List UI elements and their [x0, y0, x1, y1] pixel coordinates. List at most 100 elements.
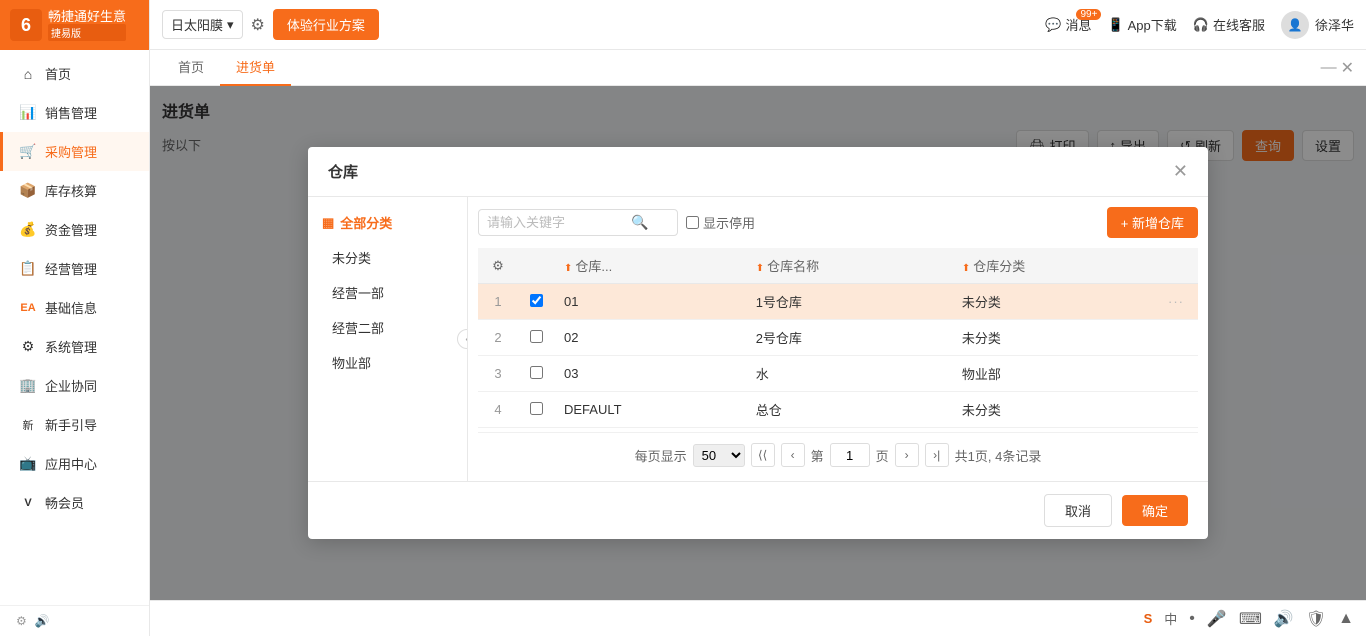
sidebar-item-member[interactable]: V 畅会员 [0, 483, 149, 522]
app-label: App下载 [1128, 15, 1177, 34]
row-code: 01 [554, 284, 746, 320]
show-disabled-text: 显示停用 [703, 213, 755, 232]
warehouse-modal: 仓库 ✕ ▦ 全部分类 未分类 经营一 [308, 147, 1208, 539]
sidebar-item-basic[interactable]: EA 基础信息 [0, 288, 149, 327]
row-check[interactable] [518, 320, 554, 356]
row-dots[interactable] [1158, 392, 1198, 428]
pagination: 每页显示 50 20 100 ⟨⟨ ‹ 第 页 › [478, 432, 1198, 471]
row-dots[interactable] [1158, 320, 1198, 356]
sidebar-item-purchase[interactable]: 🛒 采购管理 [0, 132, 149, 171]
gear-icon[interactable]: ⚙ [251, 15, 265, 35]
row-name: 水 [746, 356, 952, 392]
modal-footer: 取消 确定 [308, 481, 1208, 539]
search-icon[interactable]: 🔍 [631, 214, 648, 231]
store-name: 日太阳膜 [171, 15, 223, 34]
sidebar-label-finance: 资金管理 [45, 220, 97, 239]
notice-badge: 99+ [1076, 9, 1101, 20]
tab-home[interactable]: 首页 [162, 50, 220, 86]
sidebar-item-inventory[interactable]: 📦 库存核算 [0, 171, 149, 210]
per-page-select[interactable]: 50 20 100 [693, 444, 745, 467]
row-dots[interactable] [1158, 356, 1198, 392]
speaker-icon[interactable]: 🔊 [1274, 609, 1294, 629]
first-page-btn[interactable]: ⟨⟨ [751, 443, 775, 467]
row-check[interactable] [518, 356, 554, 392]
row-category: 未分类 [952, 284, 1158, 320]
confirm-btn[interactable]: 确定 [1122, 495, 1188, 526]
table-row[interactable]: 3 03 水 物业部 [478, 356, 1198, 392]
sidebar-item-enterprise[interactable]: 🏢 企业协同 [0, 366, 149, 405]
row-category: 物业部 [952, 356, 1158, 392]
row-code: 03 [554, 356, 746, 392]
row-num: 2 [478, 320, 518, 356]
logo-icon: 6 [10, 9, 42, 41]
row-dots[interactable]: ··· [1158, 284, 1198, 320]
ime-icon[interactable]: S [1144, 611, 1153, 626]
dot-icon: • [1189, 610, 1195, 628]
row-num: 4 [478, 392, 518, 428]
modal-overlay: 仓库 ✕ ▦ 全部分类 未分类 经营一 [150, 86, 1366, 600]
category-item-ops2[interactable]: 经营二部 [308, 310, 467, 345]
category-all[interactable]: ▦ 全部分类 [308, 205, 467, 240]
sidebar-item-system[interactable]: ⚙ 系统管理 [0, 327, 149, 366]
settings-icon[interactable]: ⚙ [16, 614, 27, 628]
search-input[interactable] [487, 215, 627, 230]
app-logo: 6 畅捷通好生意 捷易版 [0, 0, 149, 50]
notice-btn[interactable]: 💬 消息 99+ [1045, 15, 1091, 34]
close-tab-btn[interactable]: ✕ [1341, 58, 1354, 78]
modal-title: 仓库 [328, 161, 358, 182]
cancel-btn[interactable]: 取消 [1044, 494, 1112, 527]
sales-icon: 📊 [19, 104, 37, 121]
table-container: ⚙ ⬆仓库... ⬆仓库名称 [478, 248, 1198, 428]
subnav: 首页 进货单 — ✕ [150, 50, 1366, 86]
last-page-btn[interactable]: ›| [925, 443, 949, 467]
sidebar-label-operation: 经营管理 [45, 259, 97, 278]
user-menu[interactable]: 👤 徐泽华 [1281, 11, 1354, 39]
tab-purchase[interactable]: 进货单 [220, 50, 291, 86]
page-input[interactable] [830, 443, 870, 467]
modal-close-btn[interactable]: ✕ [1173, 161, 1188, 182]
row-check[interactable] [518, 284, 554, 320]
row-num: 1 [478, 284, 518, 320]
store-selector[interactable]: 日太阳膜 ▾ [162, 10, 243, 39]
sidebar-item-sales[interactable]: 📊 销售管理 [0, 93, 149, 132]
category-item-property[interactable]: 物业部 [308, 345, 467, 380]
app-icon: 📱 [1107, 17, 1123, 33]
sidebar-label-enterprise: 企业协同 [45, 376, 97, 395]
category-item-unclassified[interactable]: 未分类 [308, 240, 467, 275]
category-item-ops1[interactable]: 经营一部 [308, 275, 467, 310]
keyboard-icon[interactable]: ⌨ [1239, 609, 1262, 629]
up-arrow-icon[interactable]: ▲ [1338, 610, 1354, 628]
row-code: DEFAULT [554, 392, 746, 428]
table-row[interactable]: 4 DEFAULT 总仓 未分类 [478, 392, 1198, 428]
shield-icon[interactable]: 🛡 [1306, 609, 1326, 629]
service-btn[interactable]: 🎧 在线客服 [1193, 15, 1265, 34]
system-icon: ⚙ [19, 338, 37, 355]
sidebar-item-guide[interactable]: 新 新手引导 [0, 405, 149, 444]
minimize-btn[interactable]: — [1321, 58, 1337, 78]
prev-page-btn[interactable]: ‹ [781, 443, 805, 467]
chinese-icon[interactable]: 中 [1164, 609, 1177, 628]
next-page-btn[interactable]: › [895, 443, 919, 467]
sound-icon[interactable]: 🔊 [35, 614, 50, 628]
sidebar-item-finance[interactable]: 💰 资金管理 [0, 210, 149, 249]
sidebar-nav: ⌂ 首页 📊 销售管理 🛒 采购管理 📦 库存核算 💰 资金管理 📋 经营管理 … [0, 50, 149, 605]
table-row[interactable]: 1 01 1号仓库 未分类 ··· [478, 284, 1198, 320]
finance-icon: 💰 [19, 221, 37, 238]
user-name: 徐泽华 [1315, 15, 1354, 34]
mic-icon[interactable]: 🎤 [1207, 609, 1227, 629]
sidebar-label-home: 首页 [45, 64, 71, 83]
show-disabled-checkbox[interactable] [686, 216, 699, 229]
sidebar-item-appcenter[interactable]: 📺 应用中心 [0, 444, 149, 483]
app-download-btn[interactable]: 📱 App下载 [1107, 15, 1176, 34]
row-check[interactable] [518, 392, 554, 428]
tab-home-label: 首页 [178, 57, 204, 76]
modal-body: ▦ 全部分类 未分类 经营一部 经营二部 物业部 [308, 197, 1208, 481]
notice-icon: 💬 [1045, 17, 1061, 33]
sidebar-item-home[interactable]: ⌂ 首页 [0, 54, 149, 93]
col-actions [1158, 248, 1198, 284]
add-warehouse-btn[interactable]: + 新增仓库 [1107, 207, 1198, 238]
sidebar-item-operation[interactable]: 📋 经营管理 [0, 249, 149, 288]
try-btn[interactable]: 体验行业方案 [273, 9, 379, 40]
logo-title: 畅捷通好生意 [48, 9, 126, 25]
table-row[interactable]: 2 02 2号仓库 未分类 [478, 320, 1198, 356]
